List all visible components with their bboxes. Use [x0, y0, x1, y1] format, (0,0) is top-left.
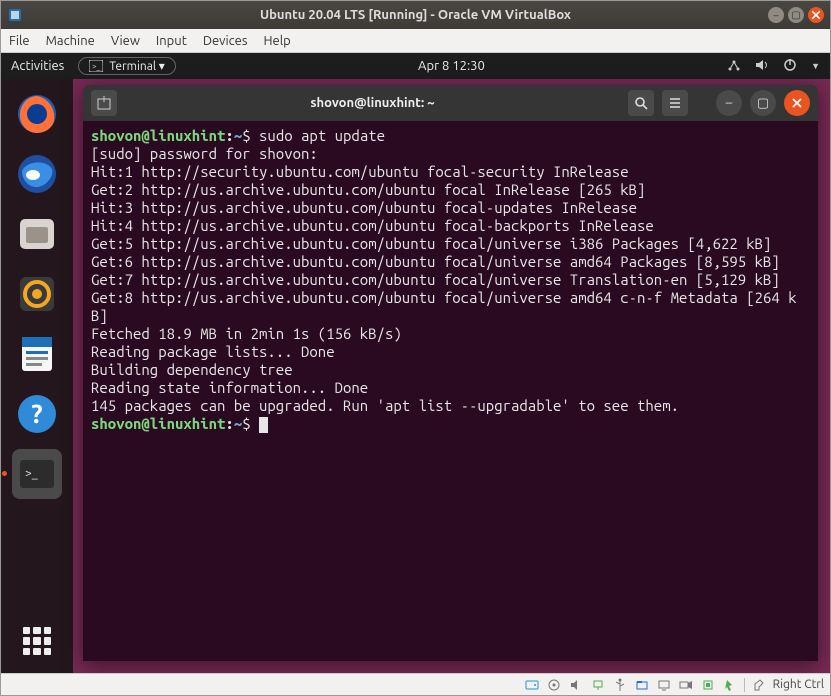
status-optical-icon[interactable]: [546, 677, 562, 693]
terminal-search-button[interactable]: [628, 90, 654, 116]
dock-help-icon[interactable]: ?: [12, 389, 62, 439]
vbox-menu-help[interactable]: Help: [264, 34, 291, 48]
terminal-title: shovon@linuxhint: ~: [125, 96, 620, 110]
svg-text:?: ?: [31, 399, 42, 428]
dock-libreoffice-writer-icon[interactable]: [12, 329, 62, 379]
svg-text:>_: >_: [25, 467, 38, 480]
activities-button[interactable]: Activities: [11, 59, 64, 73]
network-icon[interactable]: [727, 58, 741, 75]
ubuntu-dock: ? >_: [1, 79, 73, 673]
topbar-app-label: Terminal ▾: [109, 59, 164, 73]
status-display-icon[interactable]: [656, 677, 672, 693]
prompt-path: ~: [234, 127, 242, 144]
status-hostkey-icon[interactable]: [751, 677, 767, 693]
vbox-close-button[interactable]: [808, 7, 824, 23]
terminal-new-tab-button[interactable]: [91, 90, 117, 116]
vbox-menu-view[interactable]: View: [111, 34, 140, 48]
vbox-menu-input[interactable]: Input: [156, 34, 187, 48]
terminal-minimize-button[interactable]: –: [716, 90, 742, 116]
status-audio-icon[interactable]: [568, 677, 584, 693]
status-cpu-icon[interactable]: [700, 677, 716, 693]
vbox-app-icon: [7, 7, 23, 23]
dock-rhythmbox-icon[interactable]: [12, 269, 62, 319]
prompt2-path: ~: [234, 415, 242, 432]
dock-terminal-icon[interactable]: >_: [12, 449, 62, 499]
vbox-titlebar: Ubuntu 20.04 LTS [Running] - Oracle VM V…: [1, 1, 830, 29]
terminal-cursor: [259, 417, 268, 433]
prompt2-user: shovon@linuxhint: [91, 415, 225, 432]
vbox-minimize-button[interactable]: –: [768, 7, 784, 23]
chevron-down-icon[interactable]: ▼: [811, 61, 820, 71]
power-icon[interactable]: [783, 58, 797, 75]
vbox-menu-machine[interactable]: Machine: [46, 34, 95, 48]
volume-icon[interactable]: [755, 58, 769, 75]
svg-text:>_: >_: [92, 62, 101, 71]
vm-display: Activities >_ Terminal ▾ Apr 8 12:30 ▼: [1, 53, 830, 673]
status-shared-folder-icon[interactable]: [634, 677, 650, 693]
status-recording-icon[interactable]: [678, 677, 694, 693]
status-network-icon[interactable]: [590, 677, 606, 693]
prompt2-dollar: $: [242, 415, 250, 432]
vbox-menubar: File Machine View Input Devices Help: [1, 29, 830, 53]
terminal-titlebar[interactable]: shovon@linuxhint: ~ – ▢: [83, 85, 818, 121]
vbox-menu-devices[interactable]: Devices: [203, 34, 248, 48]
status-hdd-icon[interactable]: [524, 677, 540, 693]
dock-thunderbird-icon[interactable]: [12, 149, 62, 199]
dock-firefox-icon[interactable]: [12, 89, 62, 139]
terminal-body[interactable]: shovon@linuxhint:~$ sudo apt update [sud…: [83, 121, 818, 661]
terminal-hamburger-button[interactable]: [662, 90, 688, 116]
prompt-dollar: $: [242, 127, 250, 144]
terminal-command: sudo apt update: [259, 127, 385, 144]
terminal-small-icon: >_: [89, 60, 103, 72]
dock-files-icon[interactable]: [12, 209, 62, 259]
dock-show-applications[interactable]: [23, 627, 51, 655]
terminal-window: shovon@linuxhint: ~ – ▢ shovon@linuxhint…: [83, 85, 818, 661]
terminal-close-button[interactable]: [784, 90, 810, 116]
status-mouse-icon[interactable]: [722, 677, 738, 693]
prompt-user: shovon@linuxhint: [91, 127, 225, 144]
topbar-app-indicator[interactable]: >_ Terminal ▾: [78, 57, 175, 75]
vbox-title: Ubuntu 20.04 LTS [Running] - Oracle VM V…: [85, 8, 746, 22]
status-usb-icon[interactable]: [612, 677, 628, 693]
ubuntu-topbar: Activities >_ Terminal ▾ Apr 8 12:30 ▼: [1, 53, 830, 79]
vbox-menu-file[interactable]: File: [9, 34, 30, 48]
vbox-statusbar: Right Ctrl: [1, 673, 830, 695]
status-hostkey-label: Right Ctrl: [773, 678, 824, 691]
terminal-output: [sudo] password for shovon: Hit:1 http:/…: [91, 145, 797, 414]
status-separator: [744, 678, 745, 692]
topbar-datetime[interactable]: Apr 8 12:30: [418, 59, 485, 73]
virtualbox-window: Ubuntu 20.04 LTS [Running] - Oracle VM V…: [0, 0, 831, 696]
terminal-maximize-button[interactable]: ▢: [750, 90, 776, 116]
vbox-maximize-button[interactable]: ▢: [788, 7, 804, 23]
